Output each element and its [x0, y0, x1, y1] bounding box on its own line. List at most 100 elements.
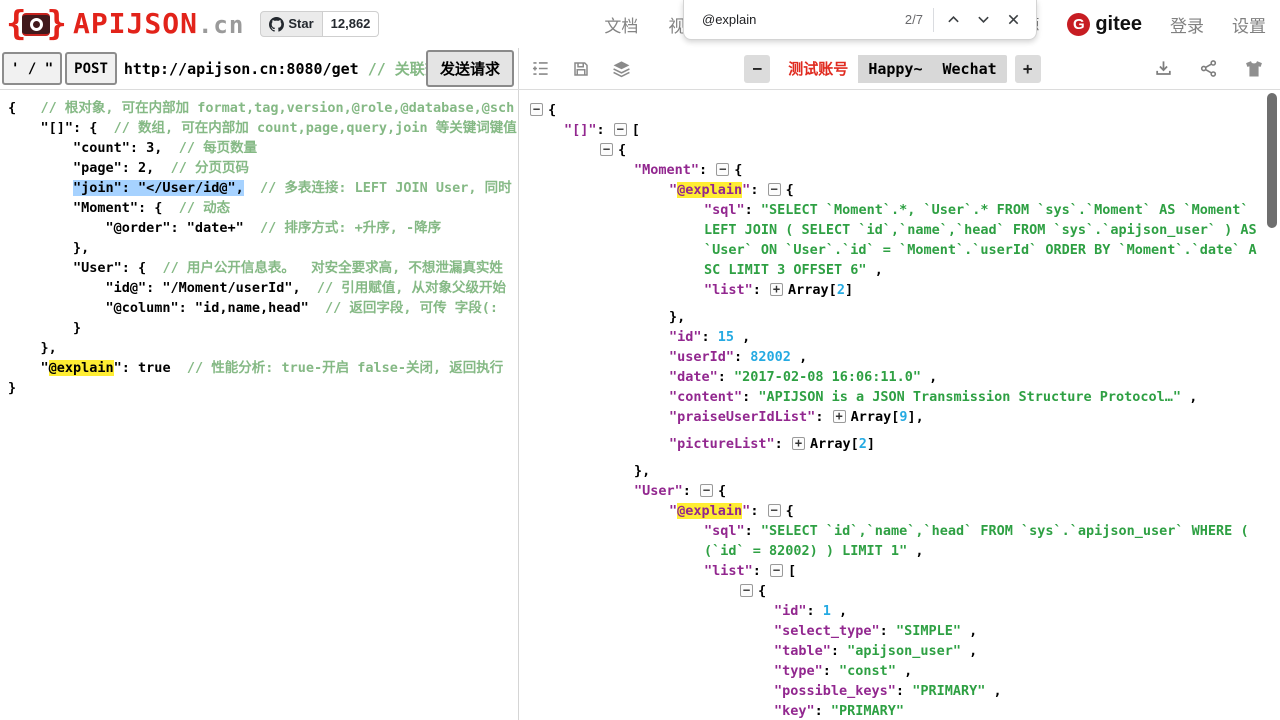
brand-title: APIJSON .cn — [67, 10, 244, 38]
tshirt-icon — [1244, 59, 1264, 79]
json-editor-line: "page": 2, // 分页页码 — [8, 158, 518, 178]
app-header: { } APIJSON .cn Star 12,862 文档 视频 源 G gi… — [0, 0, 1280, 48]
json-editor-line: "count": 3, // 每页数量 — [8, 138, 518, 158]
find-divider — [933, 8, 934, 32]
vertical-scrollbar[interactable] — [1267, 93, 1277, 228]
json-tree-line: "@explain": −{ — [529, 180, 1264, 200]
json-tree-line: −{ — [529, 100, 1264, 120]
find-close-button[interactable] — [998, 5, 1028, 35]
layers-icon — [612, 59, 631, 78]
star-count: 12,862 — [323, 11, 380, 37]
settings-link[interactable]: 设置 — [1232, 12, 1266, 37]
camera-ring-icon — [30, 18, 43, 31]
account-tab-wechat[interactable]: Wechat — [933, 55, 1007, 83]
json-tree-line: }, — [529, 307, 1264, 327]
url-input[interactable]: http://apijson.cn:8080/get // 关联查询 ( — [120, 58, 426, 79]
json-editor-line: "[]": { // 数组, 可在内部加 count,page,query,jo… — [8, 118, 518, 138]
share-button[interactable] — [1199, 59, 1218, 78]
close-icon — [1007, 13, 1020, 26]
share-icon — [1199, 59, 1218, 78]
request-toolbar: ' / " POST http://apijson.cn:8080/get //… — [0, 48, 1280, 90]
collapse-node-icon[interactable]: − — [716, 163, 729, 176]
account-tabs: 测试账号 Happy~ Wechat — [778, 55, 1006, 83]
json-tree-line: "type": "const" , — [529, 661, 1264, 681]
json-tree-line: "sql": "SELECT `id`,`name`,`head` FROM `… — [529, 521, 1264, 561]
format-list-button[interactable] — [531, 59, 550, 78]
find-in-page-bar: @explain 2/7 — [683, 0, 1037, 40]
json-tree-line: "date": "2017-02-08 16:06:11.0" , — [529, 367, 1264, 387]
json-tree-line: "list": +Array[2] — [529, 280, 1264, 300]
collapse-node-icon[interactable]: − — [740, 584, 753, 597]
expand-node-icon[interactable]: + — [792, 437, 805, 450]
json-editor-line: "Moment": { // 动态 — [8, 198, 518, 218]
layers-button[interactable] — [612, 59, 631, 78]
method-button[interactable]: POST — [65, 52, 117, 85]
apijson-logo-icon[interactable]: { } — [6, 7, 67, 41]
json-tree-line: "User": −{ — [529, 481, 1264, 501]
expand-node-icon[interactable]: + — [770, 283, 783, 296]
find-query-input[interactable]: @explain — [702, 12, 905, 27]
collapse-node-icon[interactable]: − — [770, 564, 783, 577]
json-editor-line: "join": "</User/id@", // 多表连接: LEFT JOIN… — [8, 178, 518, 198]
github-icon — [269, 17, 284, 32]
json-tree-line: "pictureList": +Array[2] — [529, 434, 1264, 454]
json-editor-line: }, — [8, 238, 518, 258]
tshirt-button[interactable] — [1244, 59, 1264, 79]
send-request-button[interactable]: 发送请求 — [426, 50, 514, 87]
json-editor-line: "@column": "id,name,head" // 返回字段, 可传 字段… — [8, 298, 518, 318]
find-next-button[interactable] — [968, 5, 998, 35]
gitee-icon: G — [1067, 13, 1090, 36]
account-tab-happy[interactable]: Happy~ — [858, 55, 932, 83]
remove-account-button[interactable]: − — [744, 55, 770, 83]
nav-docs-link[interactable]: 文档 — [604, 12, 638, 37]
list-add-icon — [531, 59, 550, 78]
json-tree-line: "possible_keys": "PRIMARY" , — [529, 681, 1264, 701]
json-editor-line: "@explain": true // 性能分析: true-开启 false-… — [8, 358, 518, 378]
collapse-node-icon[interactable]: − — [768, 504, 781, 517]
star-label: Star — [288, 12, 313, 36]
collapse-node-icon[interactable]: − — [600, 143, 613, 156]
json-tree-line: "[]": −[ — [529, 120, 1264, 140]
url-text: http://apijson.cn:8080/get — [124, 60, 359, 78]
request-controls: ' / " POST http://apijson.cn:8080/get //… — [0, 48, 519, 89]
json-tree-line: −{ — [529, 140, 1264, 160]
json-response-viewer: −{"[]": −[−{"Moment": −{"@explain": −{"s… — [519, 90, 1280, 720]
response-controls: − 测试账号 Happy~ Wechat + — [519, 48, 1280, 89]
json-tree-line: }, — [529, 461, 1264, 481]
json-tree-line: "@explain": −{ — [529, 501, 1264, 521]
json-editor-line: "@order": "date+" // 排序方式: +升序, -降序 — [8, 218, 518, 238]
json-tree-line: "userId": 82002 , — [529, 347, 1264, 367]
json-editor-line: } — [8, 378, 518, 398]
json-tree-line: "select_type": "SIMPLE" , — [529, 621, 1264, 641]
json-tree-line: "key": "PRIMARY" — [529, 701, 1264, 720]
chevron-up-icon — [947, 13, 960, 26]
login-link[interactable]: 登录 — [1170, 12, 1204, 37]
collapse-node-icon[interactable]: − — [614, 123, 627, 136]
collapse-node-icon[interactable]: − — [530, 103, 543, 116]
collapse-node-icon[interactable]: − — [768, 183, 781, 196]
github-star-badge[interactable]: Star 12,862 — [260, 11, 379, 37]
download-icon — [1154, 59, 1173, 78]
save-button[interactable] — [572, 60, 590, 78]
gitee-link[interactable]: G gitee — [1067, 13, 1142, 36]
json-tree-line: "content": "APIJSON is a JSON Transmissi… — [529, 387, 1264, 407]
find-previous-button[interactable] — [938, 5, 968, 35]
json-request-editor[interactable]: { // 根对象, 可在内部加 format,tag,version,@role… — [0, 90, 519, 720]
expand-node-icon[interactable]: + — [833, 410, 846, 423]
find-match-counter: 2/7 — [905, 12, 923, 27]
json-editor-line: { // 根对象, 可在内部加 format,tag,version,@role… — [8, 98, 518, 118]
collapse-node-icon[interactable]: − — [700, 484, 713, 497]
json-editor-line: } — [8, 318, 518, 338]
json-editor-line: }, — [8, 338, 518, 358]
chevron-down-icon — [977, 13, 990, 26]
download-button[interactable] — [1154, 59, 1173, 78]
json-tree-line: "praiseUserIdList": +Array[9], — [529, 407, 1264, 427]
account-tab-test[interactable]: 测试账号 — [778, 55, 858, 83]
brand-name: APIJSON — [73, 10, 198, 38]
brand-suffix: .cn — [198, 13, 244, 37]
json-tree-line: "sql": "SELECT `Moment`.*, `User`.* FROM… — [529, 200, 1264, 280]
quote-toggle-button[interactable]: ' / " — [2, 52, 62, 85]
save-icon — [572, 60, 590, 78]
json-tree-line: "list": −[ — [529, 561, 1264, 581]
add-account-button[interactable]: + — [1015, 55, 1041, 83]
